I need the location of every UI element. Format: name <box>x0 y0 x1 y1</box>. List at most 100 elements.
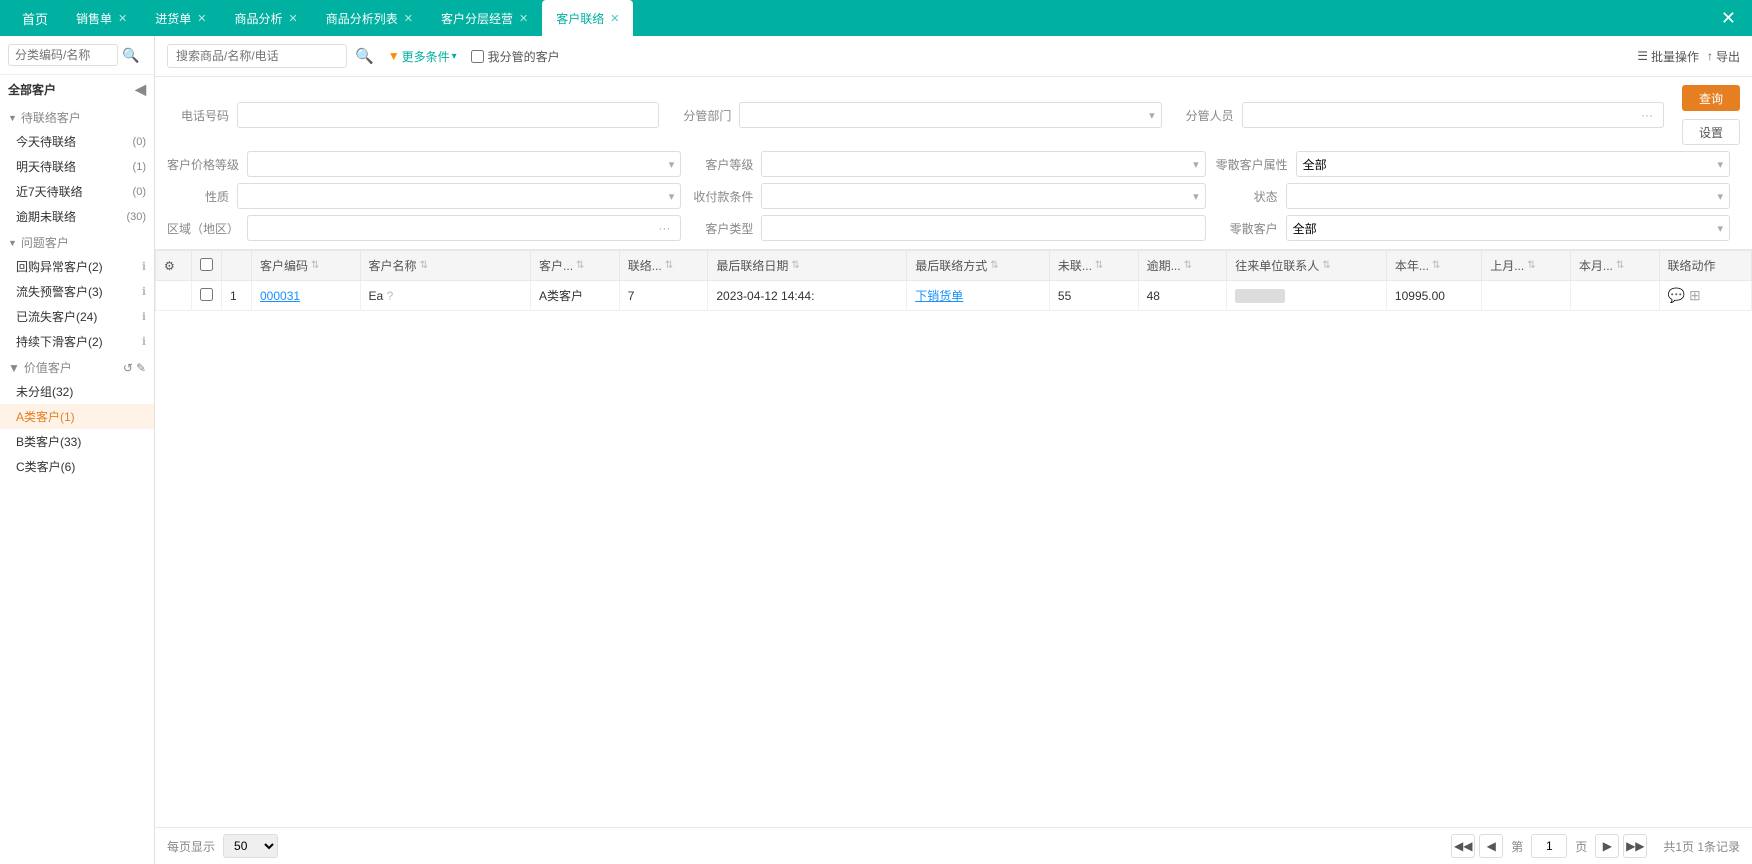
sidebar-item-c-class[interactable]: C类客户(6) <box>0 454 154 479</box>
batch-ops-button[interactable]: ☰ 批量操作 <box>1637 48 1699 65</box>
close-icon[interactable]: ✕ <box>289 12 298 25</box>
col-last-month[interactable]: 上月... ⇅ <box>1482 251 1571 281</box>
row-last-method[interactable]: 下销货单 <box>907 281 1050 311</box>
customer-level-select[interactable]: ▾ <box>761 151 1205 177</box>
query-button[interactable]: 查询 <box>1682 85 1740 111</box>
edit-icon[interactable]: ✎ <box>136 361 146 375</box>
filter-search-button[interactable]: 🔍 <box>355 47 374 65</box>
status-select[interactable]: ▾ <box>1286 183 1730 209</box>
sidebar-item-declining[interactable]: 持续下滑客户(2) ℹ <box>0 329 154 354</box>
info-icon[interactable]: ℹ <box>142 310 146 323</box>
row-code[interactable]: 000031 <box>252 281 361 311</box>
triangle-icon: ▼ <box>8 238 17 248</box>
sidebar-item-today[interactable]: 今天待联络 (0) <box>0 129 154 154</box>
close-icon[interactable]: ✕ <box>404 12 413 25</box>
page-size-select[interactable]: 20 50 100 200 <box>223 834 278 858</box>
col-uncontacted[interactable]: 未联... ⇅ <box>1049 251 1138 281</box>
all-customers-header[interactable]: 全部客户 ◀ <box>0 75 154 104</box>
col-code[interactable]: 客户编码 ⇅ <box>252 251 361 281</box>
customer-type-field: 客户类型 <box>691 215 1215 241</box>
close-icon[interactable]: ✕ <box>118 12 127 25</box>
sidebar-item-a-class[interactable]: A类客户(1) <box>0 404 154 429</box>
retail-customer-select[interactable]: 全部 ▾ <box>1286 215 1730 241</box>
sidebar-item-tomorrow[interactable]: 明天待联络 (1) <box>0 154 154 179</box>
sidebar-search-input[interactable] <box>8 44 118 66</box>
refresh-icon[interactable]: ↺ <box>123 361 133 375</box>
sidebar-item-7days[interactable]: 近7天待联络 (0) <box>0 179 154 204</box>
row-checkbox[interactable] <box>200 288 213 301</box>
col-this-year[interactable]: 本年... ⇅ <box>1386 251 1481 281</box>
col-name[interactable]: 客户名称 ⇅ <box>360 251 530 281</box>
sort-icon: ⇅ <box>1095 260 1103 271</box>
nav-tab-purchase[interactable]: 进货单 ✕ <box>141 0 220 36</box>
col-unit-contact[interactable]: 往来单位联系人 ⇅ <box>1227 251 1387 281</box>
nav-tab-customer-segment[interactable]: 客户分层经营 ✕ <box>427 0 542 36</box>
dept-select[interactable]: ▾ <box>739 102 1161 128</box>
next-page-button[interactable]: ▶ <box>1595 834 1619 858</box>
retail-attr-field: 零散客户属性 全部 ▾ <box>1216 151 1740 177</box>
price-level-select[interactable]: ▾ <box>247 151 681 177</box>
table-scroll-wrapper[interactable]: ⚙ 客户编码 ⇅ <box>155 250 1752 827</box>
retail-attr-select[interactable]: 全部 ▾ <box>1296 151 1730 177</box>
sidebar-search-icon[interactable]: 🔍 <box>122 47 139 64</box>
window-close-button[interactable]: ✕ <box>1713 8 1744 29</box>
nav-home[interactable]: 首页 <box>8 0 62 36</box>
customer-type-select[interactable] <box>761 215 1205 241</box>
sidebar-item-lost[interactable]: 已流失客户(24) ℹ <box>0 304 154 329</box>
info-icon[interactable]: ℹ <box>142 335 146 348</box>
close-icon[interactable]: ✕ <box>519 12 528 25</box>
select-all-checkbox[interactable] <box>200 258 213 271</box>
price-level-field: 客户价格等级 ▾ <box>167 151 691 177</box>
close-icon[interactable]: ✕ <box>197 12 206 25</box>
region-select[interactable]: ··· <box>247 215 681 241</box>
status-field: 状态 ▾ <box>1216 183 1740 209</box>
info-icon[interactable]: ℹ <box>142 260 146 273</box>
more-icon[interactable]: ··· <box>1637 108 1657 122</box>
filter-buttons: 查询 设置 <box>1674 85 1740 145</box>
info-icon[interactable]: ℹ <box>142 285 146 298</box>
value-customers-group: ▼ 价值客户 ↺ ✎ <box>0 354 154 379</box>
phone-input[interactable] <box>237 102 659 128</box>
chevron-down-icon: ▾ <box>1717 158 1723 171</box>
sidebar-item-lost-warning[interactable]: 流失预警客户(3) ℹ <box>0 279 154 304</box>
col-overdue[interactable]: 逾期... ⇅ <box>1138 251 1227 281</box>
nav-tab-goods-analysis[interactable]: 商品分析 ✕ <box>220 0 311 36</box>
col-settings[interactable]: ⚙ <box>156 251 192 281</box>
col-this-month[interactable]: 本月... ⇅ <box>1570 251 1659 281</box>
more-icon[interactable]: ··· <box>654 221 674 235</box>
pagination: ◀◀ ◀ 第 页 ▶ ▶▶ 共1页 1条记录 <box>1451 834 1740 858</box>
filter-icon: ▼ <box>388 49 400 63</box>
row-name[interactable]: Ea ? <box>360 281 530 311</box>
my-customers-checkbox[interactable] <box>471 50 484 63</box>
payment-select[interactable]: ▾ <box>761 183 1205 209</box>
sidebar-item-abnormal[interactable]: 回购异常客户(2) ℹ <box>0 254 154 279</box>
nature-select[interactable]: ▾ <box>237 183 681 209</box>
more-conditions-button[interactable]: ▼ 更多条件 ▾ <box>382 48 463 65</box>
nav-tab-customer-contact[interactable]: 客户联络 ✕ <box>542 0 633 36</box>
message-icon[interactable]: 💬 <box>1668 287 1685 304</box>
page-number-input[interactable] <box>1531 834 1567 858</box>
sidebar-item-unclassified[interactable]: 未分组(32) <box>0 379 154 404</box>
my-customers-checkbox-label[interactable]: 我分管的客户 <box>471 48 560 65</box>
nav-tab-goods-analysis-list[interactable]: 商品分析列表 ✕ <box>312 0 427 36</box>
prev-page-button[interactable]: ◀ <box>1479 834 1503 858</box>
col-last-method[interactable]: 最后联络方式 ⇅ <box>907 251 1050 281</box>
first-page-button[interactable]: ◀◀ <box>1451 834 1475 858</box>
close-icon[interactable]: ✕ <box>610 12 619 25</box>
col-contact[interactable]: 联络... ⇅ <box>619 251 708 281</box>
row-check[interactable] <box>192 281 222 311</box>
person-select[interactable]: ··· <box>1242 102 1664 128</box>
export-button[interactable]: ↑ 导出 <box>1707 48 1740 65</box>
sidebar-item-b-class[interactable]: B类客户(33) <box>0 429 154 454</box>
grid-icon[interactable]: ⊞ <box>1689 287 1701 304</box>
col-last-date[interactable]: 最后联络日期 ⇅ <box>708 251 907 281</box>
col-seq <box>222 251 252 281</box>
col-type[interactable]: 客户... ⇅ <box>531 251 620 281</box>
batch-icon: ☰ <box>1637 49 1648 63</box>
nav-tab-sales[interactable]: 销售单 ✕ <box>62 0 141 36</box>
settings-button[interactable]: 设置 <box>1682 119 1740 145</box>
last-page-button[interactable]: ▶▶ <box>1623 834 1647 858</box>
sidebar-item-overdue[interactable]: 逾期未联络 (30) <box>0 204 154 229</box>
bottom-bar: 每页显示 20 50 100 200 ◀◀ ◀ 第 页 ▶ ▶▶ 共1页 1条记… <box>155 827 1752 864</box>
filter-search-input[interactable] <box>167 44 347 68</box>
